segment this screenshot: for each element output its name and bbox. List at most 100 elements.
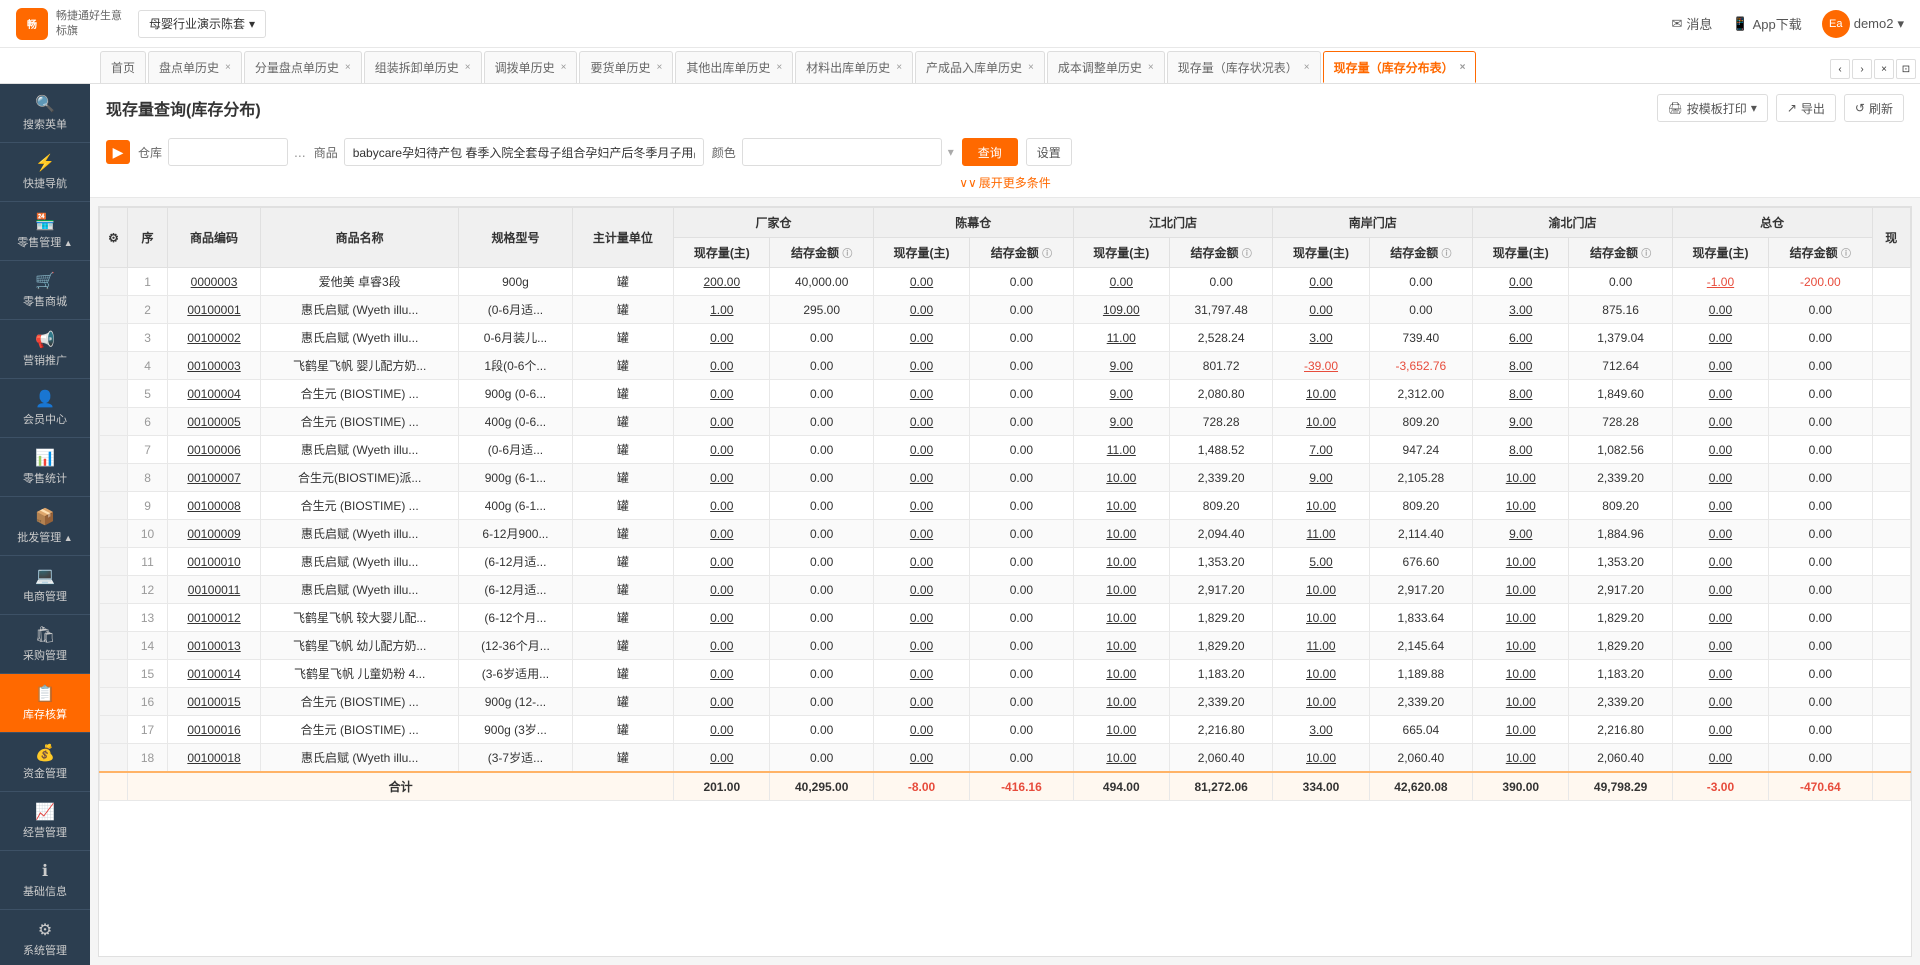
tab-close-btn-11[interactable]: × xyxy=(1460,62,1466,73)
cell-10[interactable]: 109.00 xyxy=(1073,296,1169,324)
cell-8[interactable]: 0.00 xyxy=(873,660,969,688)
cell-10[interactable]: 10.00 xyxy=(1073,716,1169,744)
cell-6[interactable]: 200.00 xyxy=(674,268,770,296)
cell-16[interactable]: 0.00 xyxy=(1672,632,1768,660)
cell-2[interactable]: 00100003 xyxy=(168,352,261,380)
cell-16[interactable]: 0.00 xyxy=(1672,380,1768,408)
cell-6[interactable]: 0.00 xyxy=(674,604,770,632)
sidebar-item-8[interactable]: 💻电商管理 xyxy=(0,556,90,615)
sidebar-item-4[interactable]: 📢营销推广 xyxy=(0,320,90,379)
cell-6[interactable]: 0.00 xyxy=(674,352,770,380)
cell-14[interactable]: 10.00 xyxy=(1473,604,1569,632)
tab-close-btn-2[interactable]: × xyxy=(345,62,351,73)
cell-0[interactable] xyxy=(100,268,128,296)
cell-10[interactable]: 9.00 xyxy=(1073,352,1169,380)
cell-10[interactable]: 10.00 xyxy=(1073,660,1169,688)
cell-0[interactable] xyxy=(100,436,128,464)
tab-item-7[interactable]: 材料出库单历史× xyxy=(795,51,913,83)
sidebar-item-11[interactable]: 💰资金管理 xyxy=(0,733,90,792)
cell-10[interactable]: 10.00 xyxy=(1073,548,1169,576)
message-btn[interactable]: ✉ 消息 xyxy=(1671,14,1712,33)
cell-8[interactable]: 0.00 xyxy=(873,380,969,408)
cell-0[interactable] xyxy=(100,660,128,688)
cell-8[interactable]: 0.00 xyxy=(873,548,969,576)
cell-16[interactable]: 0.00 xyxy=(1672,688,1768,716)
cell-2[interactable]: 00100012 xyxy=(168,604,261,632)
cell-10[interactable]: 10.00 xyxy=(1073,632,1169,660)
cell-10[interactable]: 10.00 xyxy=(1073,604,1169,632)
tab-close-btn-6[interactable]: × xyxy=(776,62,782,73)
sidebar-item-3[interactable]: 🛒零售商城 xyxy=(0,261,90,320)
cell-8[interactable]: 0.00 xyxy=(873,436,969,464)
collapse-btn[interactable]: ▶ xyxy=(106,140,130,164)
cell-12[interactable]: 0.00 xyxy=(1273,296,1369,324)
cell-16[interactable]: -1.00 xyxy=(1672,268,1768,296)
cell-14[interactable]: 10.00 xyxy=(1473,464,1569,492)
cell-16[interactable]: 0.00 xyxy=(1672,520,1768,548)
cell-12[interactable]: 9.00 xyxy=(1273,464,1369,492)
sidebar-item-5[interactable]: 👤会员中心 xyxy=(0,379,90,438)
tab-close-btn-7[interactable]: × xyxy=(896,62,902,73)
tab-item-9[interactable]: 成本调整单历史× xyxy=(1047,51,1165,83)
cell-14[interactable]: 8.00 xyxy=(1473,380,1569,408)
cell-14[interactable]: 10.00 xyxy=(1473,660,1569,688)
tab-item-8[interactable]: 产成品入库单历史× xyxy=(915,51,1045,83)
tab-close-all-btn[interactable]: × xyxy=(1874,59,1894,79)
cell-14[interactable]: 10.00 xyxy=(1473,492,1569,520)
query-btn[interactable]: 查询 xyxy=(962,138,1018,166)
cell-0[interactable] xyxy=(100,520,128,548)
cell-6[interactable]: 0.00 xyxy=(674,520,770,548)
cell-2[interactable]: 00100005 xyxy=(168,408,261,436)
sidebar-item-2[interactable]: 🏪零售管理 ▲ xyxy=(0,202,90,261)
tab-item-6[interactable]: 其他出库单历史× xyxy=(675,51,793,83)
cell-16[interactable]: 0.00 xyxy=(1672,548,1768,576)
settings-btn[interactable]: 设置 xyxy=(1026,138,1072,166)
cell-16[interactable]: 0.00 xyxy=(1672,604,1768,632)
sidebar-item-10[interactable]: 📋库存核算 xyxy=(0,674,90,733)
sidebar-item-14[interactable]: ⚙系统管理 xyxy=(0,910,90,965)
cell-0[interactable] xyxy=(100,744,128,773)
sidebar-item-7[interactable]: 📦批发管理 ▲ xyxy=(0,497,90,556)
cell-2[interactable]: 00100011 xyxy=(168,576,261,604)
cell-14[interactable]: 8.00 xyxy=(1473,436,1569,464)
cell-14[interactable]: 3.00 xyxy=(1473,296,1569,324)
cell-10[interactable]: 11.00 xyxy=(1073,436,1169,464)
cell-10[interactable]: 9.00 xyxy=(1073,408,1169,436)
cell-6[interactable]: 0.00 xyxy=(674,744,770,773)
cell-12[interactable]: 0.00 xyxy=(1273,268,1369,296)
cell-12[interactable]: 10.00 xyxy=(1273,380,1369,408)
cell-10[interactable]: 10.00 xyxy=(1073,492,1169,520)
cell-2[interactable]: 00100007 xyxy=(168,464,261,492)
cell-6[interactable]: 0.00 xyxy=(674,408,770,436)
cell-6[interactable]: 0.00 xyxy=(674,632,770,660)
cell-0[interactable] xyxy=(100,716,128,744)
cell-12[interactable]: 10.00 xyxy=(1273,492,1369,520)
cell-6[interactable]: 0.00 xyxy=(674,660,770,688)
cell-0[interactable] xyxy=(100,492,128,520)
tab-item-4[interactable]: 调拨单历史× xyxy=(484,51,578,83)
cell-12[interactable]: 3.00 xyxy=(1273,324,1369,352)
sidebar-item-1[interactable]: ⚡快捷导航 xyxy=(0,143,90,202)
cell-2[interactable]: 00100008 xyxy=(168,492,261,520)
tab-close-btn-1[interactable]: × xyxy=(225,62,231,73)
cell-12[interactable]: 10.00 xyxy=(1273,408,1369,436)
cell-12[interactable]: 5.00 xyxy=(1273,548,1369,576)
tab-close-btn-9[interactable]: × xyxy=(1148,62,1154,73)
cell-0[interactable] xyxy=(100,464,128,492)
cell-16[interactable]: 0.00 xyxy=(1672,716,1768,744)
cell-16[interactable]: 0.00 xyxy=(1672,296,1768,324)
cell-16[interactable]: 0.00 xyxy=(1672,464,1768,492)
cell-6[interactable]: 0.00 xyxy=(674,716,770,744)
cell-10[interactable]: 10.00 xyxy=(1073,688,1169,716)
cell-16[interactable]: 0.00 xyxy=(1672,492,1768,520)
expand-more-btn[interactable]: ∨∨ 展开更多条件 xyxy=(959,174,1051,191)
cell-14[interactable]: 6.00 xyxy=(1473,324,1569,352)
cell-12[interactable]: 3.00 xyxy=(1273,716,1369,744)
cell-8[interactable]: 0.00 xyxy=(873,688,969,716)
cell-10[interactable]: 10.00 xyxy=(1073,464,1169,492)
cell-8[interactable]: 0.00 xyxy=(873,352,969,380)
cell-6[interactable]: 0.00 xyxy=(674,324,770,352)
color-input[interactable] xyxy=(742,138,942,166)
cell-0[interactable] xyxy=(100,380,128,408)
cell-6[interactable]: 0.00 xyxy=(674,380,770,408)
